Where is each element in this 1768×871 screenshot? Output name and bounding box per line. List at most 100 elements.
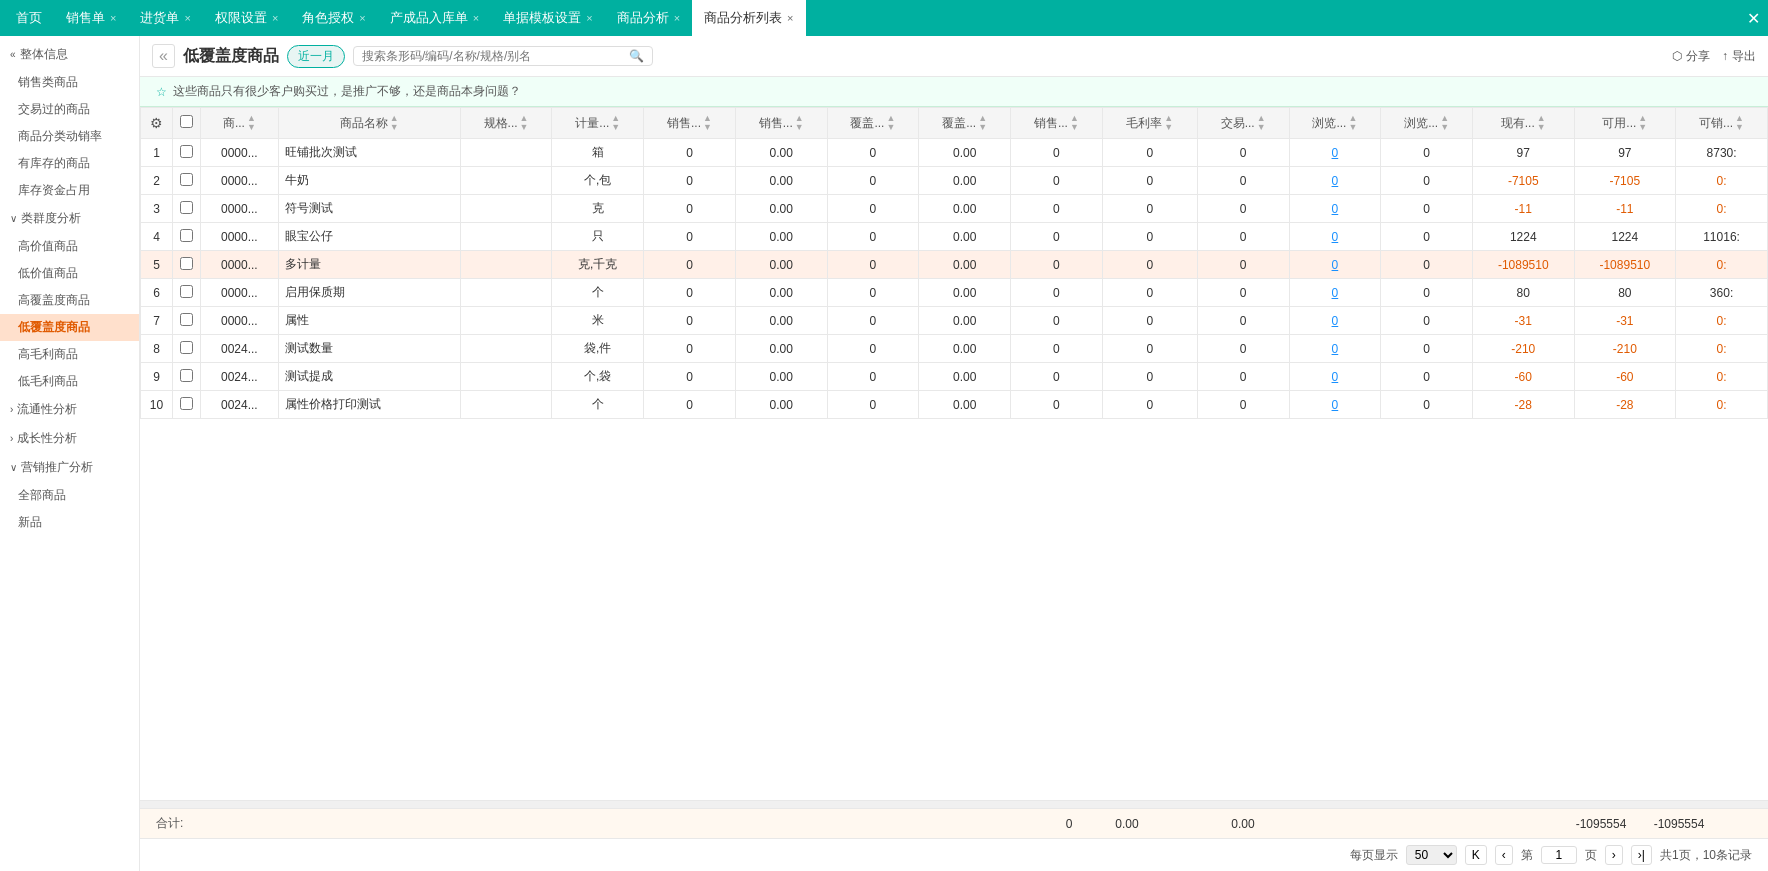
nav-home[interactable]: 首页 — [4, 0, 54, 36]
col-header-seq[interactable]: 商...▲▼ — [201, 108, 279, 139]
col-header-trade[interactable]: 交易...▲▼ — [1197, 108, 1289, 139]
sidebar-item-high-value[interactable]: 高价值商品 — [0, 233, 139, 260]
sidebar-item-high-coverage[interactable]: 高覆盖度商品 — [0, 287, 139, 314]
sidebar-section-growth[interactable]: › 成长性分析 — [0, 424, 139, 453]
sidebar-item-low-coverage[interactable]: 低覆盖度商品 — [0, 314, 139, 341]
row-browse1[interactable]: 0 — [1289, 307, 1381, 335]
row-checkbox[interactable] — [180, 313, 193, 326]
col-header-sale1[interactable]: 销售...▲▼ — [644, 108, 736, 139]
nav-permission-settings[interactable]: 权限设置 × — [203, 0, 290, 36]
row-checkbox-cell[interactable] — [173, 279, 201, 307]
browse1-link[interactable]: 0 — [1332, 258, 1339, 272]
sidebar-item-in-stock[interactable]: 有库存的商品 — [0, 150, 139, 177]
col-header-spec[interactable]: 规格...▲▼ — [460, 108, 552, 139]
sidebar-item-sales-goods[interactable]: 销售类商品 — [0, 69, 139, 96]
row-checkbox-cell[interactable] — [173, 251, 201, 279]
nav-purchase-order[interactable]: 进货单 × — [128, 0, 202, 36]
sidebar-section-cluster-analysis[interactable]: ∨ 类群度分析 — [0, 204, 139, 233]
browse1-link[interactable]: 0 — [1332, 370, 1339, 384]
row-checkbox[interactable] — [180, 201, 193, 214]
row-browse1[interactable]: 0 — [1289, 195, 1381, 223]
close-icon[interactable]: × — [586, 12, 592, 24]
col-header-sale2[interactable]: 销售...▲▼ — [735, 108, 827, 139]
row-browse1[interactable]: 0 — [1289, 223, 1381, 251]
row-checkbox[interactable] — [180, 229, 193, 242]
checkbox-column-header[interactable] — [173, 108, 201, 139]
col-header-sale3[interactable]: 销售...▲▼ — [1011, 108, 1103, 139]
sidebar-item-stock-funds[interactable]: 库存资金占用 — [0, 177, 139, 204]
sidebar-section-liquidity[interactable]: › 流通性分析 — [0, 395, 139, 424]
row-checkbox-cell[interactable] — [173, 335, 201, 363]
sidebar-item-low-value[interactable]: 低价值商品 — [0, 260, 139, 287]
close-all-button[interactable]: ✕ — [1747, 9, 1760, 28]
row-checkbox[interactable] — [180, 257, 193, 270]
browse1-link[interactable]: 0 — [1332, 174, 1339, 188]
nav-sales-order[interactable]: 销售单 × — [54, 0, 128, 36]
row-checkbox-cell[interactable] — [173, 167, 201, 195]
row-checkbox[interactable] — [180, 173, 193, 186]
col-header-profit[interactable]: 毛利率▲▼ — [1102, 108, 1197, 139]
sidebar-item-category-rate[interactable]: 商品分类动销率 — [0, 123, 139, 150]
close-icon[interactable]: × — [674, 12, 680, 24]
close-icon[interactable]: × — [787, 12, 793, 24]
last-page-button[interactable]: ›| — [1631, 845, 1652, 865]
close-icon[interactable]: × — [359, 12, 365, 24]
row-checkbox[interactable] — [180, 145, 193, 158]
sidebar-toggle-button[interactable]: « — [152, 44, 175, 68]
close-icon[interactable]: × — [184, 12, 190, 24]
sidebar-section-marketing[interactable]: ∨ 营销推广分析 — [0, 453, 139, 482]
sidebar-item-high-profit[interactable]: 高毛利商品 — [0, 341, 139, 368]
browse1-link[interactable]: 0 — [1332, 230, 1339, 244]
row-checkbox-cell[interactable] — [173, 223, 201, 251]
row-browse1[interactable]: 0 — [1289, 167, 1381, 195]
row-browse1[interactable]: 0 — [1289, 335, 1381, 363]
browse1-link[interactable]: 0 — [1332, 286, 1339, 300]
row-checkbox-cell[interactable] — [173, 363, 201, 391]
browse1-link[interactable]: 0 — [1332, 146, 1339, 160]
search-input[interactable] — [362, 49, 629, 63]
nav-product-inbound[interactable]: 产成品入库单 × — [378, 0, 491, 36]
nav-product-analysis[interactable]: 商品分析 × — [605, 0, 692, 36]
nav-product-analysis-list[interactable]: 商品分析列表 × — [692, 0, 805, 36]
col-header-cover1[interactable]: 覆盖...▲▼ — [827, 108, 919, 139]
close-icon[interactable]: × — [473, 12, 479, 24]
sidebar-item-low-profit[interactable]: 低毛利商品 — [0, 368, 139, 395]
select-all-checkbox[interactable] — [180, 115, 193, 128]
page-size-select[interactable]: 20 50 100 — [1406, 845, 1457, 865]
close-icon[interactable]: × — [110, 12, 116, 24]
row-checkbox-cell[interactable] — [173, 307, 201, 335]
next-page-button[interactable]: › — [1605, 845, 1623, 865]
row-browse1[interactable]: 0 — [1289, 251, 1381, 279]
row-browse1[interactable]: 0 — [1289, 363, 1381, 391]
browse1-link[interactable]: 0 — [1332, 202, 1339, 216]
row-browse1[interactable]: 0 — [1289, 279, 1381, 307]
col-header-unit[interactable]: 计量...▲▼ — [552, 108, 644, 139]
close-icon[interactable]: × — [272, 12, 278, 24]
row-checkbox[interactable] — [180, 397, 193, 410]
row-checkbox-cell[interactable] — [173, 139, 201, 167]
first-page-button[interactable]: K — [1465, 845, 1487, 865]
col-header-cover2[interactable]: 覆盖...▲▼ — [919, 108, 1011, 139]
row-checkbox-cell[interactable] — [173, 391, 201, 419]
sidebar-item-all-goods[interactable]: 全部商品 — [0, 482, 139, 509]
row-checkbox[interactable] — [180, 285, 193, 298]
nav-template-settings[interactable]: 单据模板设置 × — [491, 0, 604, 36]
table-container[interactable]: ⚙ 商...▲▼ 商品名称▲▼ 规格...▲▼ — [140, 107, 1768, 800]
col-header-stock3[interactable]: 可销...▲▼ — [1676, 108, 1768, 139]
col-header-stock2[interactable]: 可用...▲▼ — [1574, 108, 1676, 139]
row-browse1[interactable]: 0 — [1289, 391, 1381, 419]
row-checkbox[interactable] — [180, 341, 193, 354]
col-header-name[interactable]: 商品名称▲▼ — [278, 108, 460, 139]
horizontal-scrollbar[interactable] — [140, 800, 1768, 808]
settings-column-header[interactable]: ⚙ — [141, 108, 173, 139]
export-button[interactable]: ↑ 导出 — [1722, 48, 1756, 65]
prev-page-button[interactable]: ‹ — [1495, 845, 1513, 865]
col-header-browse1[interactable]: 浏览...▲▼ — [1289, 108, 1381, 139]
col-header-browse2[interactable]: 浏览...▲▼ — [1381, 108, 1473, 139]
row-browse1[interactable]: 0 — [1289, 139, 1381, 167]
browse1-link[interactable]: 0 — [1332, 398, 1339, 412]
browse1-link[interactable]: 0 — [1332, 342, 1339, 356]
col-header-stock1[interactable]: 现有...▲▼ — [1472, 108, 1574, 139]
nav-role-auth[interactable]: 角色授权 × — [290, 0, 377, 36]
sidebar-collapse-btn[interactable]: « 整体信息 — [0, 40, 139, 69]
